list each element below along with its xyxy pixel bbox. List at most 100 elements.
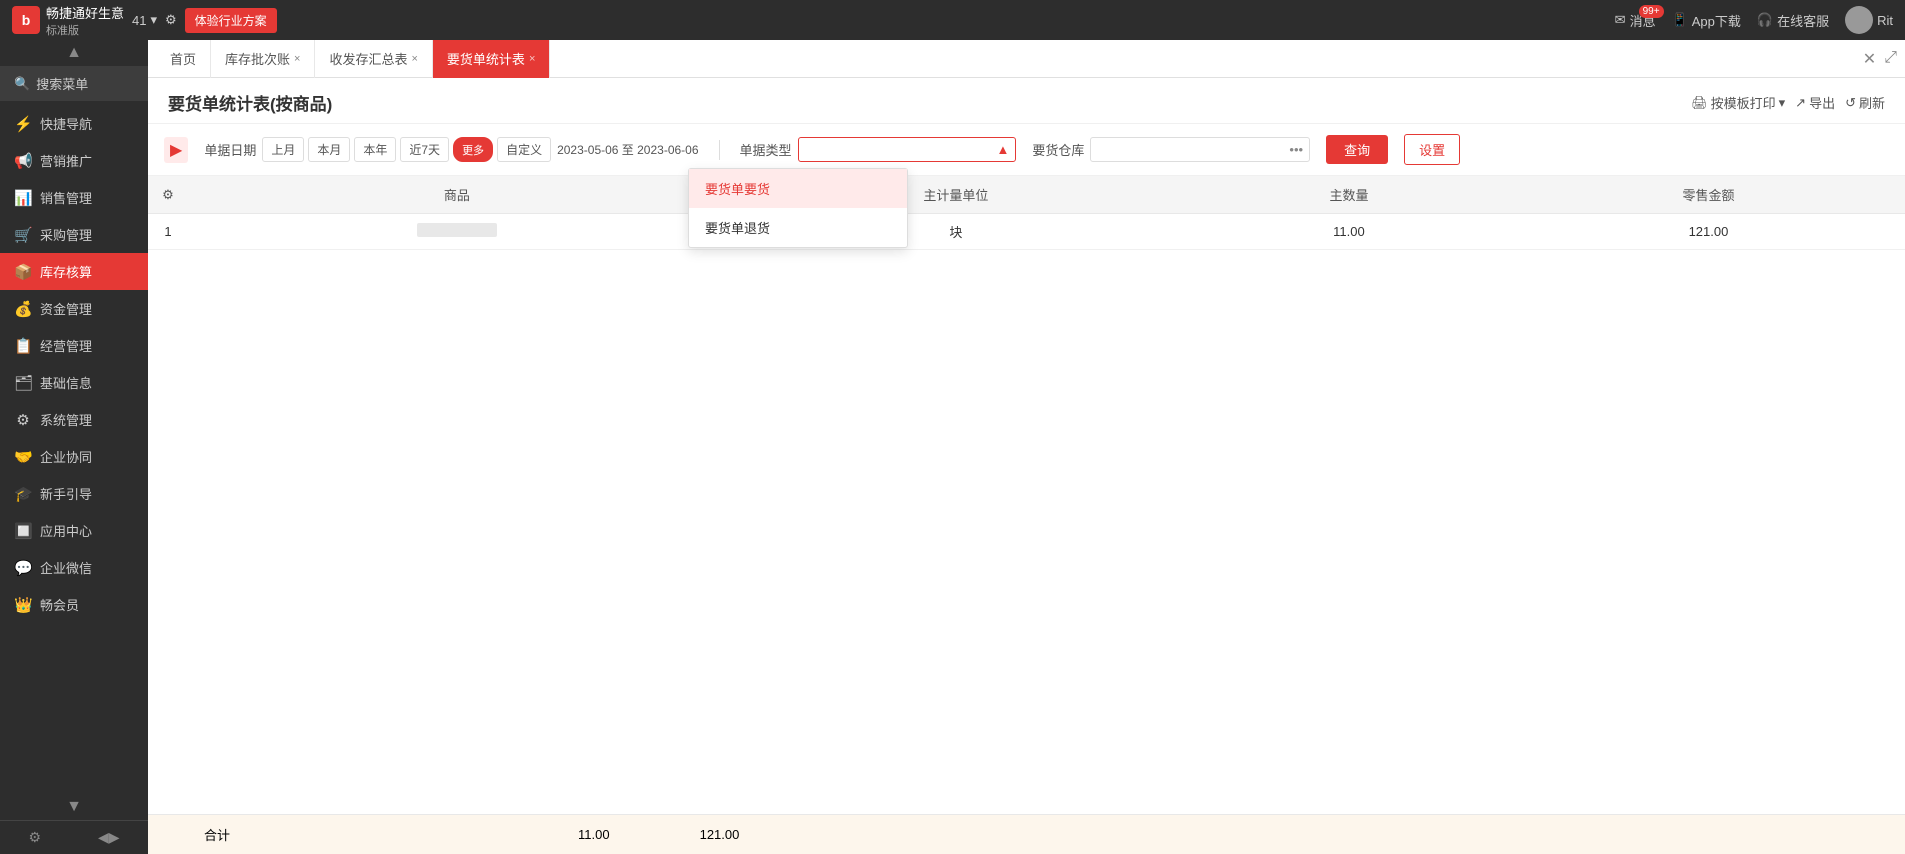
sidebar-item-marketing[interactable]: 📢 营销推广 bbox=[0, 142, 148, 179]
message-icon: ✉ bbox=[1615, 12, 1626, 28]
tab-home[interactable]: 首页 bbox=[156, 40, 211, 78]
sidebar-item-vip[interactable]: 👑 畅会员 bbox=[0, 586, 148, 623]
export-btn[interactable]: ↗ 导出 bbox=[1795, 93, 1835, 112]
tab-close-batch-account[interactable]: × bbox=[294, 53, 300, 65]
sidebar-settings-icon[interactable]: ⚙ bbox=[28, 829, 41, 846]
query-button[interactable]: 查询 bbox=[1326, 135, 1388, 164]
date-btn-more[interactable]: 更多 bbox=[453, 137, 493, 162]
industry-button[interactable]: 体验行业方案 bbox=[185, 8, 277, 33]
export-icon: ↗ bbox=[1795, 95, 1806, 111]
expand-icon[interactable]: ⤢ bbox=[1884, 49, 1897, 69]
dropdown-item-requisition[interactable]: 要货单要货 bbox=[689, 169, 907, 208]
header-settings-icon[interactable]: ⚙ bbox=[165, 12, 177, 28]
messages-btn[interactable]: ✉ 消息 99+ bbox=[1615, 11, 1656, 30]
vip-icon: 👑 bbox=[14, 596, 32, 614]
warehouse-label: 要货仓库 bbox=[1032, 140, 1084, 159]
online-service-btn[interactable]: 🎧 在线客服 bbox=[1757, 11, 1829, 30]
sidebar-item-label: 采购管理 bbox=[40, 225, 92, 244]
search-icon: 🔍 bbox=[14, 76, 30, 92]
close-all-icon[interactable]: ✕ bbox=[1863, 49, 1876, 69]
logo-area: b 畅捷通好生意 标准版 bbox=[12, 3, 124, 38]
sidebar-item-label: 快捷导航 bbox=[40, 114, 92, 133]
print-icon: 🖨 bbox=[1691, 95, 1708, 111]
sidebar-item-label: 系统管理 bbox=[40, 410, 92, 429]
warehouse-input[interactable] bbox=[1091, 138, 1283, 161]
date-btn-7days[interactable]: 近7天 bbox=[400, 137, 449, 162]
sidebar-item-label: 基础信息 bbox=[40, 373, 92, 392]
app-download-btn[interactable]: 📱 App下载 bbox=[1672, 11, 1741, 30]
mobile-icon: 📱 bbox=[1672, 12, 1688, 28]
tab-batch-account[interactable]: 库存批次账 × bbox=[211, 40, 315, 78]
filter-row: ▶ 单据日期 上月 本月 本年 近7天 更多 自定义 2023-05-06 至 … bbox=[164, 134, 1889, 165]
chevron-down-icon: ▾ bbox=[150, 12, 157, 28]
username-label: Rit bbox=[1877, 13, 1893, 28]
system-icon: ⚙ bbox=[14, 411, 32, 429]
date-btn-last-month[interactable]: 上月 bbox=[262, 137, 304, 162]
table-wrap: ⚙ 商品 主计量单位 主数量 零售金额 1 bbox=[148, 176, 1905, 814]
type-label: 单据类型 bbox=[740, 140, 792, 159]
sidebar-item-basics[interactable]: 🗂 基础信息 bbox=[0, 364, 148, 401]
footer-label: 合计 bbox=[164, 825, 230, 844]
sidebar-item-system[interactable]: ⚙ 系统管理 bbox=[0, 401, 148, 438]
filter-expand-icon[interactable]: ▶ bbox=[164, 137, 188, 163]
tab-order-stats[interactable]: 要货单统计表 × bbox=[433, 40, 550, 78]
filter-bar: ▶ 单据日期 上月 本月 本年 近7天 更多 自定义 2023-05-06 至 … bbox=[148, 124, 1905, 176]
type-dropdown-arrow[interactable]: ▲ bbox=[991, 142, 1016, 157]
date-btn-this-year[interactable]: 本年 bbox=[354, 137, 396, 162]
print-btn[interactable]: 🖨 按模板打印 ▾ bbox=[1691, 93, 1785, 112]
service-icon: 🎧 bbox=[1757, 12, 1773, 28]
sidebar-item-quick-nav[interactable]: ⚡ 快捷导航 bbox=[0, 105, 148, 142]
sidebar-item-operations[interactable]: 📋 经营管理 bbox=[0, 327, 148, 364]
footer-quantity: 11.00 bbox=[230, 827, 610, 842]
purchase-icon: 🛒 bbox=[14, 226, 32, 244]
sidebar-item-finance[interactable]: 💰 资金管理 bbox=[0, 290, 148, 327]
sidebar-item-app-center[interactable]: 🔲 应用中心 bbox=[0, 512, 148, 549]
sidebar-item-label: 应用中心 bbox=[40, 521, 92, 540]
warehouse-more-icon[interactable]: ••• bbox=[1283, 142, 1309, 157]
data-table: ⚙ 商品 主计量单位 主数量 零售金额 1 bbox=[148, 176, 1905, 250]
sidebar-item-sales[interactable]: 📊 销售管理 bbox=[0, 179, 148, 216]
avatar bbox=[1845, 6, 1873, 34]
date-btn-this-month[interactable]: 本月 bbox=[308, 137, 350, 162]
sidebar-item-enterprise[interactable]: 🤝 企业协同 bbox=[0, 438, 148, 475]
dropdown-item-return[interactable]: 要货单退货 bbox=[689, 208, 907, 247]
finance-icon: 💰 bbox=[14, 300, 32, 318]
sidebar-item-inventory[interactable]: 📦 库存核算 bbox=[0, 253, 148, 290]
refresh-btn[interactable]: ↺ 刷新 bbox=[1845, 93, 1885, 112]
type-select-wrap[interactable]: ▲ bbox=[798, 137, 1017, 162]
header-left: b 畅捷通好生意 标准版 41 ▾ ⚙ 体验行业方案 bbox=[12, 3, 277, 38]
sidebar-scroll-down[interactable]: ▼ bbox=[0, 794, 148, 820]
store-selector[interactable]: 41 ▾ bbox=[132, 12, 157, 28]
sidebar-item-label: 经营管理 bbox=[40, 336, 92, 355]
user-area[interactable]: Rit bbox=[1845, 6, 1893, 34]
main-layout: ▲ 🔍 搜索菜单 ⚡ 快捷导航 📢 营销推广 📊 销售管理 🛒 采购管理 bbox=[0, 40, 1905, 854]
weixin-icon: 💬 bbox=[14, 559, 32, 577]
guide-icon: 🎓 bbox=[14, 485, 32, 503]
sidebar-scroll-up[interactable]: ▲ bbox=[0, 40, 148, 66]
sidebar-item-label: 企业协同 bbox=[40, 447, 92, 466]
sidebar-item-purchase[interactable]: 🛒 采购管理 bbox=[0, 216, 148, 253]
sidebar-item-label: 销售管理 bbox=[40, 188, 92, 207]
date-label: 单据日期 bbox=[204, 140, 256, 159]
settings-button[interactable]: 设置 bbox=[1404, 134, 1460, 165]
sidebar-search[interactable]: 🔍 搜索菜单 bbox=[0, 66, 148, 101]
date-range-text: 2023-05-06 至 2023-06-06 bbox=[557, 141, 698, 158]
sidebar-item-label: 营销推广 bbox=[40, 151, 92, 170]
header-right: ✉ 消息 99+ 📱 App下载 🎧 在线客服 Rit bbox=[1615, 6, 1893, 34]
col-settings-header[interactable]: ⚙ bbox=[148, 176, 188, 214]
tab-close-invoice-summary[interactable]: × bbox=[411, 53, 417, 65]
sidebar: ▲ 🔍 搜索菜单 ⚡ 快捷导航 📢 营销推广 📊 销售管理 🛒 采购管理 bbox=[0, 40, 148, 854]
type-select-input[interactable] bbox=[799, 138, 991, 161]
sales-icon: 📊 bbox=[14, 189, 32, 207]
sidebar-item-guide[interactable]: 🎓 新手引导 bbox=[0, 475, 148, 512]
product-placeholder bbox=[417, 223, 497, 237]
tab-invoice-summary[interactable]: 收发存汇总表 × bbox=[315, 40, 432, 78]
sidebar-collapse-icon[interactable]: ◀▶ bbox=[98, 829, 120, 846]
content-area: 首页 库存批次账 × 收发存汇总表 × 要货单统计表 × ✕ ⤢ 要货 bbox=[148, 40, 1905, 854]
type-filter: 单据类型 ▲ bbox=[740, 137, 1017, 162]
date-btn-custom[interactable]: 自定义 bbox=[497, 137, 551, 162]
warehouse-filter: 要货仓库 ••• bbox=[1032, 137, 1310, 162]
page-title: 要货单统计表(按商品) bbox=[168, 90, 332, 115]
sidebar-item-weixin[interactable]: 💬 企业微信 bbox=[0, 549, 148, 586]
tab-close-order-stats[interactable]: × bbox=[529, 53, 535, 65]
